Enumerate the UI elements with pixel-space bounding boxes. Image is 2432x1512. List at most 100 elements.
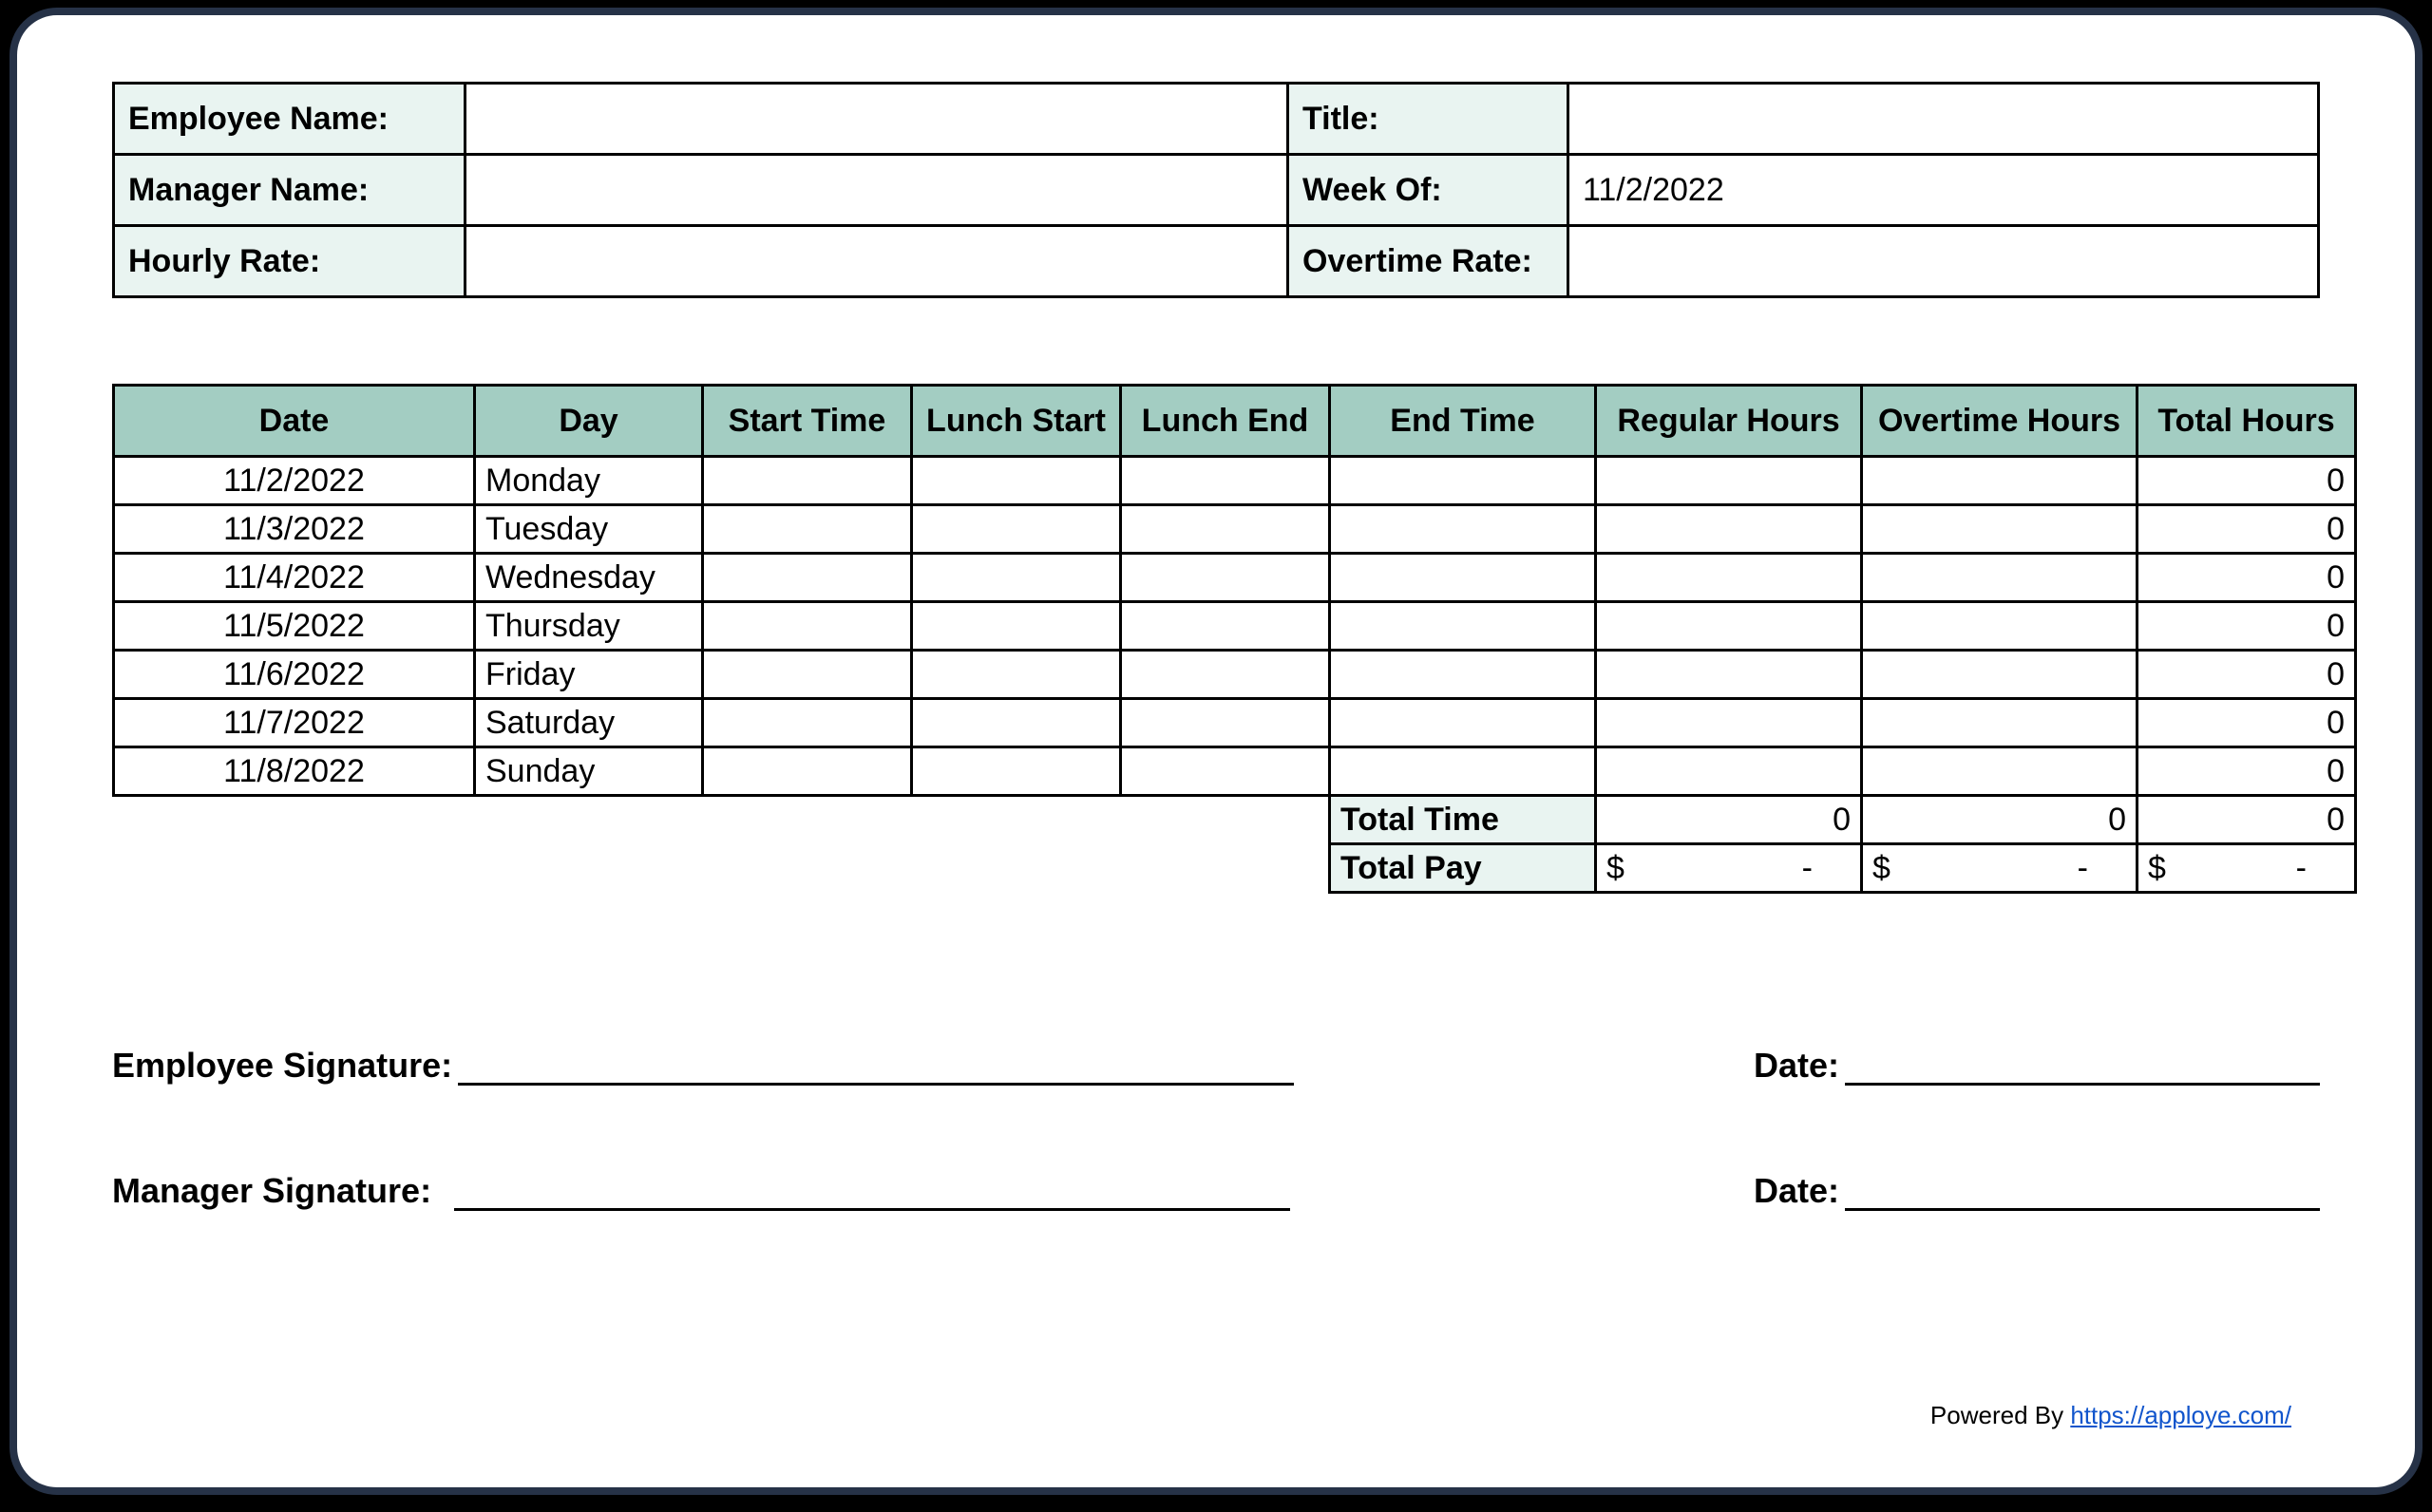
cell-overtime-hours[interactable] [1862,602,2138,651]
col-end-time: End Time [1330,386,1596,457]
cell-total-hours: 0 [2138,457,2356,505]
cell-total-hours: 0 [2138,747,2356,796]
cell-lunch-start[interactable] [912,457,1121,505]
powered-by-link[interactable]: https://apploye.com/ [2070,1401,2291,1429]
cell-lunch-start[interactable] [912,651,1121,699]
header-row-employee: Employee Name: Title: [114,84,2319,155]
cell-end-time[interactable] [1330,651,1596,699]
cell-date: 11/7/2022 [114,699,475,747]
cell-start-time[interactable] [703,699,912,747]
cell-day: Saturday [475,699,703,747]
cell-day: Tuesday [475,505,703,554]
footer: Powered By https://apploye.com/ [1930,1401,2291,1430]
col-date: Date [114,386,475,457]
cell-regular-hours[interactable] [1596,651,1862,699]
cell-regular-hours[interactable] [1596,747,1862,796]
col-day: Day [475,386,703,457]
cell-lunch-end[interactable] [1121,699,1330,747]
cell-regular-hours[interactable] [1596,457,1862,505]
cell-lunch-start[interactable] [912,602,1121,651]
cell-start-time[interactable] [703,457,912,505]
cell-end-time[interactable] [1330,505,1596,554]
signature-date-label: Date: [1754,1046,1839,1086]
cell-overtime-hours[interactable] [1862,457,2138,505]
title-label: Title: [1288,84,1568,155]
employee-name-value[interactable] [466,84,1288,155]
col-overtime-hours: Overtime Hours [1862,386,2138,457]
title-value[interactable] [1568,84,2319,155]
cell-lunch-start[interactable] [912,554,1121,602]
timesheet-table: Date Day Start Time Lunch Start Lunch En… [112,384,2357,894]
cell-lunch-start[interactable] [912,505,1121,554]
pay-dash: - [1802,850,1851,887]
cell-overtime-hours[interactable] [1862,651,2138,699]
cell-end-time[interactable] [1330,699,1596,747]
cell-overtime-hours[interactable] [1862,554,2138,602]
cell-end-time[interactable] [1330,747,1596,796]
cell-lunch-end[interactable] [1121,747,1330,796]
cell-day: Friday [475,651,703,699]
timesheet-card: Employee Name: Title: Manager Name: Week… [10,8,2422,1495]
cell-start-time[interactable] [703,554,912,602]
signature-date-label: Date: [1754,1171,1839,1211]
cell-lunch-end[interactable] [1121,505,1330,554]
cell-lunch-end[interactable] [1121,554,1330,602]
cell-lunch-start[interactable] [912,747,1121,796]
cell-total-hours: 0 [2138,651,2356,699]
total-pay-overtime: $ - [1862,844,2138,893]
table-row: 11/8/2022Sunday0 [114,747,2356,796]
cell-regular-hours[interactable] [1596,602,1862,651]
cell-start-time[interactable] [703,505,912,554]
employee-signature-date-line[interactable] [1845,1049,2320,1086]
cell-lunch-start[interactable] [912,699,1121,747]
cell-start-time[interactable] [703,651,912,699]
total-time-label: Total Time [1330,796,1596,844]
table-row: 11/2/2022Monday0 [114,457,2356,505]
header-row-rate: Hourly Rate: Overtime Rate: [114,226,2319,297]
cell-lunch-end[interactable] [1121,602,1330,651]
col-regular-hours: Regular Hours [1596,386,1862,457]
employee-name-label: Employee Name: [114,84,466,155]
cell-date: 11/6/2022 [114,651,475,699]
total-pay-label: Total Pay [1330,844,1596,893]
manager-name-label: Manager Name: [114,155,466,226]
total-pay-total: $ - [2138,844,2356,893]
pay-dash: - [2078,850,2126,887]
cell-regular-hours[interactable] [1596,554,1862,602]
cell-lunch-end[interactable] [1121,651,1330,699]
overtime-rate-value[interactable] [1568,226,2319,297]
header-row-manager: Manager Name: Week Of: 11/2/2022 [114,155,2319,226]
manager-signature-row: Manager Signature: Date: [112,1171,2320,1211]
week-of-value[interactable]: 11/2/2022 [1568,155,2319,226]
cell-overtime-hours[interactable] [1862,699,2138,747]
cell-end-time[interactable] [1330,554,1596,602]
cell-start-time[interactable] [703,602,912,651]
employee-signature-line[interactable] [458,1049,1294,1086]
signature-section: Employee Signature: Date: Manager Signat… [112,1046,2320,1211]
cell-overtime-hours[interactable] [1862,747,2138,796]
currency-symbol: $ [1872,850,1890,887]
cell-start-time[interactable] [703,747,912,796]
cell-overtime-hours[interactable] [1862,505,2138,554]
cell-date: 11/2/2022 [114,457,475,505]
manager-signature-label: Manager Signature: [112,1171,431,1211]
cell-total-hours: 0 [2138,699,2356,747]
manager-name-value[interactable] [466,155,1288,226]
currency-symbol: $ [2148,850,2166,887]
col-total-hours: Total Hours [2138,386,2356,457]
employee-signature-row: Employee Signature: Date: [112,1046,2320,1086]
cell-regular-hours[interactable] [1596,505,1862,554]
cell-lunch-end[interactable] [1121,457,1330,505]
total-time-row: Total Time 0 0 0 [114,796,2356,844]
manager-signature-date-line[interactable] [1845,1174,2320,1211]
cell-day: Sunday [475,747,703,796]
cell-day: Thursday [475,602,703,651]
cell-end-time[interactable] [1330,457,1596,505]
cell-end-time[interactable] [1330,602,1596,651]
table-row: 11/3/2022Tuesday0 [114,505,2356,554]
cell-regular-hours[interactable] [1596,699,1862,747]
total-time-overtime: 0 [1862,796,2138,844]
hourly-rate-value[interactable] [466,226,1288,297]
powered-by-text: Powered By [1930,1401,2070,1429]
manager-signature-line[interactable] [454,1174,1290,1211]
